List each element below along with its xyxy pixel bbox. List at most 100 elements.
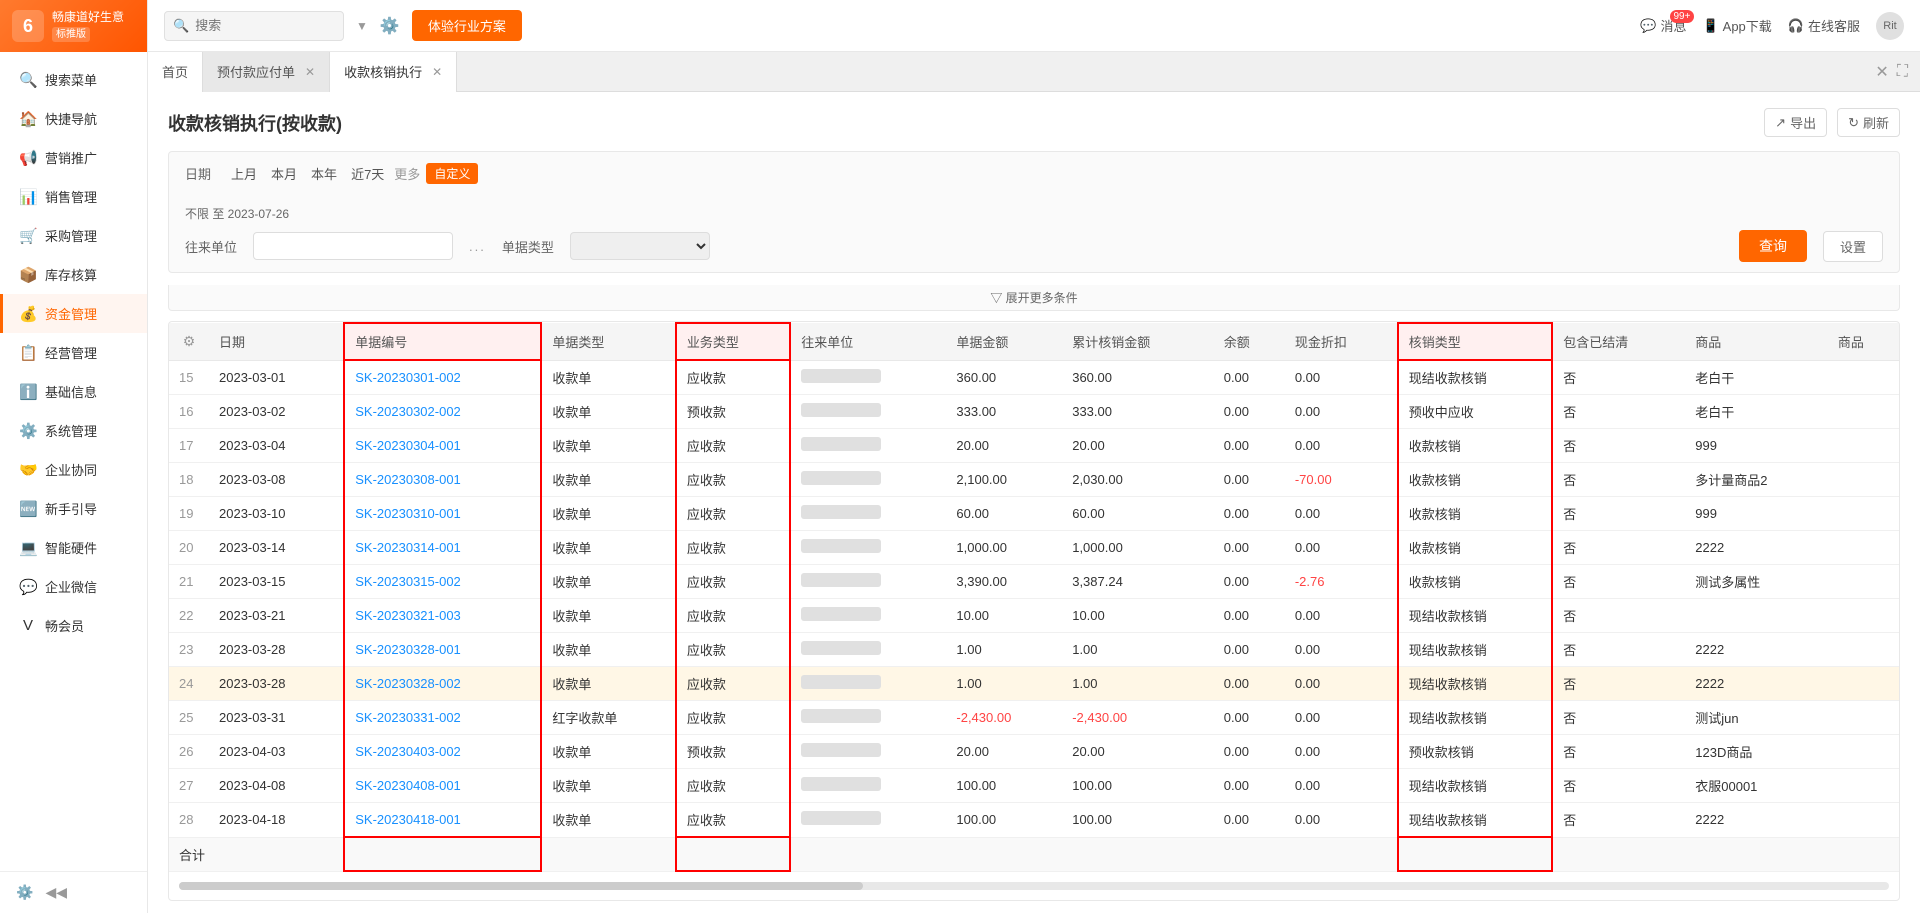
topbar-search-box[interactable]: 🔍	[164, 11, 344, 41]
date-btn-last-month[interactable]: 上月	[227, 162, 261, 185]
th-included: 包含已结清	[1552, 323, 1685, 360]
solution-button[interactable]: 体验行业方案	[412, 10, 522, 41]
sidebar-item-label: 企业微信	[45, 577, 97, 596]
cell-doc-no: SK-20230408-001	[344, 769, 541, 803]
cell-product1: 999	[1685, 429, 1828, 463]
table-footer: 合计	[169, 837, 1899, 871]
cell-included: 否	[1552, 565, 1685, 599]
sidebar-item-basic[interactable]: ℹ️ 基础信息	[0, 372, 147, 411]
cell-balance: 0.00	[1214, 633, 1285, 667]
cell-written-off: 1,000.00	[1062, 531, 1214, 565]
sidebar-item-wechat[interactable]: 💬 企业微信	[0, 567, 147, 606]
user-avatar[interactable]: Rit	[1876, 12, 1904, 40]
sidebar-item-corp[interactable]: 🤝 企业协同	[0, 450, 147, 489]
doc-type-select[interactable]	[570, 232, 710, 260]
export-button[interactable]: ↗ 导出	[1764, 108, 1827, 137]
sidebar-item-system[interactable]: ⚙️ 系统管理	[0, 411, 147, 450]
tab-prepay[interactable]: 预付款应付单 ✕	[203, 52, 330, 92]
dropdown-arrow-icon[interactable]: ▼	[356, 19, 368, 33]
cell-product2	[1828, 565, 1899, 599]
tab-receipt-exec-close-icon[interactable]: ✕	[432, 65, 442, 79]
sidebar-item-label: 库存核算	[45, 265, 97, 284]
doc-no-link[interactable]: SK-20230310-001	[355, 506, 461, 521]
cell-balance: 0.00	[1214, 599, 1285, 633]
custom-date-button[interactable]: 自定义	[426, 163, 478, 184]
search-input[interactable]	[195, 18, 315, 33]
date-btn-this-year[interactable]: 本年	[307, 162, 341, 185]
sidebar-item-finance[interactable]: 💰 资金管理	[0, 294, 147, 333]
sidebar-item-guide[interactable]: 🆕 新手引导	[0, 489, 147, 528]
doc-no-link[interactable]: SK-20230314-001	[355, 540, 461, 555]
cell-writeoff-type: 收款核销	[1398, 531, 1553, 565]
cell-included: 否	[1552, 531, 1685, 565]
query-button[interactable]: 查询	[1739, 230, 1807, 262]
topbar-gear-icon[interactable]: ⚙️	[380, 16, 400, 36]
cell-index: 24	[169, 667, 209, 701]
cell-writeoff-type: 现结收款核销	[1398, 599, 1553, 633]
sidebar-item-purchase[interactable]: 🛒 采购管理	[0, 216, 147, 255]
doc-no-link[interactable]: SK-20230302-002	[355, 404, 461, 419]
cell-included: 否	[1552, 599, 1685, 633]
sidebar-item-sales[interactable]: 📊 销售管理	[0, 177, 147, 216]
doc-no-link[interactable]: SK-20230308-001	[355, 472, 461, 487]
cell-date: 2023-03-08	[209, 463, 344, 497]
cell-doc-no: SK-20230304-001	[344, 429, 541, 463]
doc-no-link[interactable]: SK-20230304-001	[355, 438, 461, 453]
cell-doc-type: 收款单	[541, 769, 676, 803]
th-amount: 单据金额	[946, 323, 1062, 360]
sidebar-item-member[interactable]: V 畅会员	[0, 606, 147, 645]
sidebar-item-inventory[interactable]: 📦 库存核算	[0, 255, 147, 294]
filter-settings-button[interactable]: 设置	[1823, 231, 1883, 262]
footer-collapse-icon[interactable]: ◀◀	[45, 884, 67, 901]
tab-prepay-close-icon[interactable]: ✕	[305, 65, 315, 79]
sidebar-item-label: 快捷导航	[45, 109, 97, 128]
date-more-btn[interactable]: 更多	[394, 164, 420, 183]
doc-no-link[interactable]: SK-20230301-002	[355, 370, 461, 385]
doc-no-link[interactable]: SK-20230315-002	[355, 574, 461, 589]
message-button[interactable]: 💬 消息 99+	[1640, 16, 1686, 35]
doc-no-link[interactable]: SK-20230321-003	[355, 608, 461, 623]
cell-amount: 20.00	[946, 735, 1062, 769]
hardware-icon: 💻	[19, 539, 37, 557]
refresh-button[interactable]: ↻ 刷新	[1837, 108, 1900, 137]
expand-bar[interactable]: ▽ 展开更多条件	[168, 285, 1900, 311]
cell-doc-type: 收款单	[541, 667, 676, 701]
filter-row-2: 往来单位 ... 单据类型 查询 设置	[185, 230, 1883, 262]
cell-product2	[1828, 360, 1899, 395]
cell-index: 23	[169, 633, 209, 667]
online-service-button[interactable]: 🎧 在线客服	[1788, 16, 1860, 35]
cell-balance: 0.00	[1214, 735, 1285, 769]
app-download-button[interactable]: 📱 App下载	[1702, 16, 1771, 35]
cell-writeoff-type: 预收中应收	[1398, 395, 1553, 429]
cell-doc-type: 收款单	[541, 531, 676, 565]
cell-date: 2023-03-28	[209, 633, 344, 667]
doc-no-link[interactable]: SK-20230403-002	[355, 744, 461, 759]
guide-icon: 🆕	[19, 500, 37, 518]
cell-amount: 10.00	[946, 599, 1062, 633]
page-header: 收款核销执行(按收款) ↗ 导出 ↻ 刷新	[168, 108, 1900, 137]
sidebar-item-search[interactable]: 🔍 搜索菜单	[0, 60, 147, 99]
cell-index: 21	[169, 565, 209, 599]
tab-home[interactable]: 首页	[148, 52, 203, 92]
doc-no-link[interactable]: SK-20230418-001	[355, 812, 461, 827]
tab-receipt-exec[interactable]: 收款核销执行 ✕	[330, 52, 457, 92]
date-btn-this-month[interactable]: 本月	[267, 162, 301, 185]
sidebar-item-operations[interactable]: 📋 经营管理	[0, 333, 147, 372]
cell-product2	[1828, 735, 1899, 769]
doc-no-link[interactable]: SK-20230408-001	[355, 778, 461, 793]
date-btn-7days[interactable]: 近7天	[347, 162, 388, 185]
column-settings-icon[interactable]: ⚙	[183, 333, 196, 349]
footer-settings-icon[interactable]: ⚙️	[16, 884, 33, 901]
sidebar-item-marketing[interactable]: 📢 营销推广	[0, 138, 147, 177]
filter-more-icon[interactable]: ...	[469, 239, 486, 254]
doc-no-link[interactable]: SK-20230331-002	[355, 710, 461, 725]
sidebar-item-hardware[interactable]: 💻 智能硬件	[0, 528, 147, 567]
cell-amount: 1,000.00	[946, 531, 1062, 565]
cell-product1: 2222	[1685, 531, 1828, 565]
sidebar-item-quicknav[interactable]: 🏠 快捷导航	[0, 99, 147, 138]
tab-expand-icon[interactable]: ⛶	[1897, 63, 1908, 81]
doc-no-link[interactable]: SK-20230328-002	[355, 676, 461, 691]
tab-close-all-icon[interactable]: ✕	[1875, 62, 1888, 82]
doc-no-link[interactable]: SK-20230328-001	[355, 642, 461, 657]
partner-input[interactable]	[253, 232, 453, 260]
